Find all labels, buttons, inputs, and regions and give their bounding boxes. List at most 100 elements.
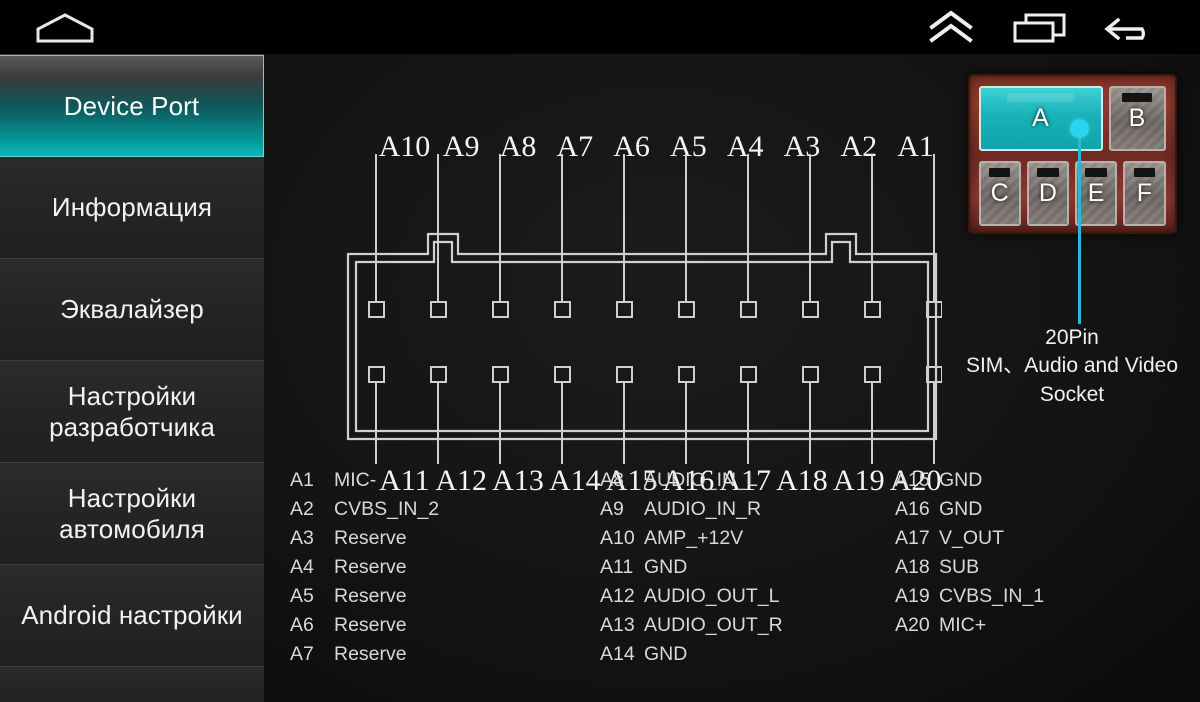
socket-port-e[interactable]: E xyxy=(1075,161,1118,226)
sidebar-item-label: Настройки автомобиля xyxy=(59,482,205,544)
legend-column-3: A15 GND A16 GND A17 V_OUT A18 SUB A19 CV… xyxy=(895,466,1175,669)
legend-pin: A16 xyxy=(895,498,930,520)
legend-pin: A9 xyxy=(600,498,624,520)
legend-pin: A2 xyxy=(290,498,314,520)
sidebar-item-information[interactable]: Информация xyxy=(0,157,264,259)
status-bar xyxy=(0,0,1200,54)
legend-signal: CVBS_IN_1 xyxy=(939,585,1045,607)
sidebar-item-equalizer[interactable]: Эквалайзер xyxy=(0,259,264,361)
legend-signal: AUDIO_IN_L xyxy=(644,469,758,491)
socket-port-label: C xyxy=(990,179,1009,207)
legend-column-1: A1 MIC- A2 CVBS_IN_2 A3 Reserve A4 Reser… xyxy=(290,466,600,669)
socket-panel: A B C D E F xyxy=(967,74,1177,234)
legend-row: A15 GND xyxy=(895,466,1175,495)
chevron-double-up-icon[interactable] xyxy=(928,10,974,44)
legend-signal: GND xyxy=(644,643,688,665)
legend-row: A6 Reserve xyxy=(290,611,600,640)
socket-port-a[interactable]: A xyxy=(978,86,1103,151)
legend-signal: MIC+ xyxy=(939,614,987,636)
sidebar-item-label: Эквалайзер xyxy=(60,294,204,325)
sidebar-item-label: Настройки разработчика xyxy=(49,380,215,442)
recents-icon[interactable] xyxy=(1012,12,1068,44)
socket-port-d[interactable]: D xyxy=(1026,161,1069,226)
legend-signal: CVBS_IN_2 xyxy=(334,498,440,520)
legend-pin: A18 xyxy=(895,556,930,578)
legend-row: A17 V_OUT xyxy=(895,524,1175,553)
legend-pin: A13 xyxy=(600,614,635,636)
legend-row: A1 MIC- xyxy=(290,466,600,495)
legend-pin: A17 xyxy=(895,527,930,549)
legend-signal: V_OUT xyxy=(939,527,1005,549)
sidebar-item-developer-settings[interactable]: Настройки разработчика xyxy=(0,361,264,463)
legend-row: A11 GND xyxy=(600,553,895,582)
legend-column-2: A8 AUDIO_IN_L A9 AUDIO_IN_R A10 AMP_+12V… xyxy=(600,466,895,669)
sidebar-item-label: Device Port xyxy=(63,90,200,121)
main-panel: A10 A9 A8 A7 A6 A5 A4 A3 A2 A1 A11 A12 A… xyxy=(264,54,1200,702)
sidebar-item-label: Android настройки xyxy=(21,600,243,631)
legend-signal: AUDIO_IN_R xyxy=(644,498,762,520)
home-icon[interactable] xyxy=(36,13,94,43)
legend-signal: GND xyxy=(939,469,983,491)
legend-pin: A15 xyxy=(895,469,930,491)
legend-signal: Reserve xyxy=(334,527,407,549)
socket-port-c[interactable]: C xyxy=(978,161,1021,226)
sidebar: Device Port Информация Эквалайзер Настро… xyxy=(0,54,264,702)
legend-pin: A8 xyxy=(600,469,624,491)
sidebar-item-device-port[interactable]: Device Port xyxy=(0,55,264,157)
legend-row: A19 CVBS_IN_1 xyxy=(895,582,1175,611)
legend-row: A14 GND xyxy=(600,640,895,669)
sidebar-item-android-settings[interactable]: Android настройки xyxy=(0,565,264,667)
legend-signal: GND xyxy=(939,498,983,520)
socket-row-bottom: C D E F xyxy=(978,161,1166,226)
legend-row: A13 AUDIO_OUT_R xyxy=(600,611,895,640)
connector-diagram xyxy=(342,154,943,464)
pinout-legend: A1 MIC- A2 CVBS_IN_2 A3 Reserve A4 Reser… xyxy=(290,466,1190,669)
socket-marker-dot xyxy=(1070,119,1089,138)
legend-signal: Reserve xyxy=(334,614,407,636)
legend-row: A4 Reserve xyxy=(290,553,600,582)
legend-row: A16 GND xyxy=(895,495,1175,524)
legend-row: A2 CVBS_IN_2 xyxy=(290,495,600,524)
sidebar-item-car-settings[interactable]: Настройки автомобиля xyxy=(0,463,264,565)
socket-port-b[interactable]: B xyxy=(1108,86,1166,151)
app-root: Device Port Информация Эквалайзер Настро… xyxy=(0,0,1200,702)
back-icon[interactable] xyxy=(1104,12,1160,44)
socket-caption-line2: SIM、Audio and Video xyxy=(965,354,1179,378)
legend-signal: Reserve xyxy=(334,585,407,607)
legend-signal: GND xyxy=(644,556,688,578)
legend-row: A9 AUDIO_IN_R xyxy=(600,495,895,524)
legend-signal: AMP_+12V xyxy=(644,527,744,549)
legend-signal: MIC- xyxy=(334,469,377,491)
legend-row: A10 AMP_+12V xyxy=(600,524,895,553)
socket-caption: 20Pin SIM、Audio and Video Socket xyxy=(936,324,1200,409)
socket-port-label: A xyxy=(1032,104,1049,132)
legend-row: A12 AUDIO_OUT_L xyxy=(600,582,895,611)
socket-caption-line1: 20Pin xyxy=(1045,326,1099,349)
legend-signal: AUDIO_OUT_R xyxy=(644,614,783,636)
legend-row: A8 AUDIO_IN_L xyxy=(600,466,895,495)
legend-row: A18 SUB xyxy=(895,553,1175,582)
legend-signal: Reserve xyxy=(334,556,407,578)
legend-row: A7 Reserve xyxy=(290,640,600,669)
socket-port-label: E xyxy=(1087,179,1105,207)
legend-signal: AUDIO_OUT_L xyxy=(644,585,780,607)
legend-pin: A7 xyxy=(290,643,314,665)
legend-pin: A5 xyxy=(290,585,314,607)
socket-leader-line xyxy=(1078,132,1081,324)
legend-row: A20 MIC+ xyxy=(895,611,1175,640)
legend-row: A5 Reserve xyxy=(290,582,600,611)
legend-pin: A11 xyxy=(600,556,634,578)
socket-port-f[interactable]: F xyxy=(1123,161,1166,226)
legend-pin: A19 xyxy=(895,585,930,607)
socket-port-label: D xyxy=(1038,179,1057,207)
legend-pin: A6 xyxy=(290,614,314,636)
socket-module: A B C D E F 20Pin SIM、Audio and Video So… xyxy=(956,74,1188,406)
socket-caption-line3: Socket xyxy=(1039,382,1105,406)
sidebar-item-next[interactable] xyxy=(0,667,264,702)
legend-signal: SUB xyxy=(939,556,980,578)
legend-pin: A20 xyxy=(895,614,930,636)
legend-pin: A4 xyxy=(290,556,314,578)
legend-pin: A12 xyxy=(600,585,635,607)
legend-row: A3 Reserve xyxy=(290,524,600,553)
legend-pin: A10 xyxy=(600,527,635,549)
